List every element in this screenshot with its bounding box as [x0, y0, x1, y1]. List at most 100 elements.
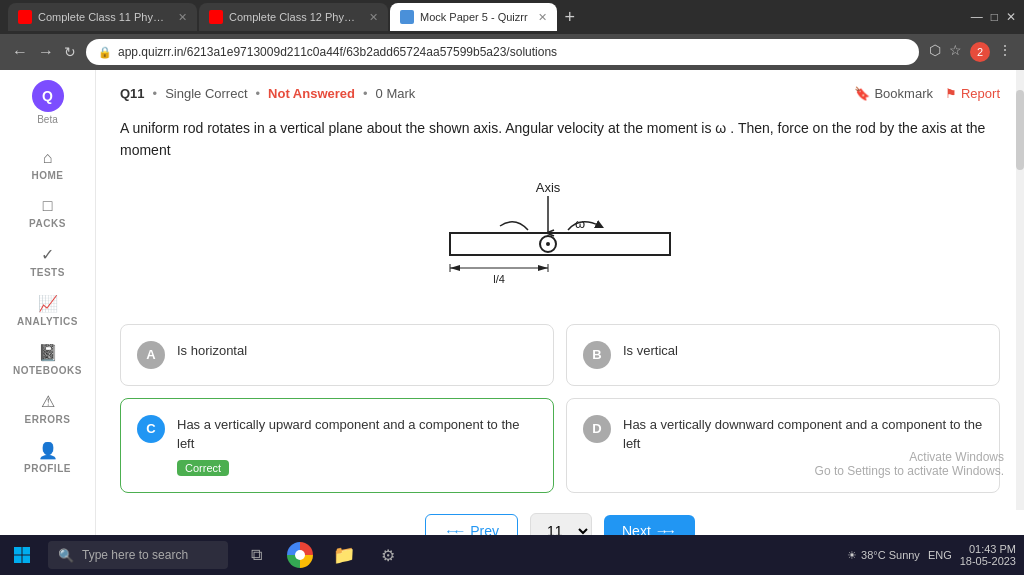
- svg-rect-12: [14, 547, 22, 555]
- question-header: Q11 • Single Correct • Not Answered • 0 …: [120, 86, 1000, 101]
- bookmark-star-icon[interactable]: ☆: [949, 42, 962, 62]
- sidebar-analytics-label: ANALYTICS: [17, 316, 78, 327]
- sidebar-item-home[interactable]: ⌂ HOME: [0, 141, 95, 189]
- option-c-letter: C: [137, 415, 165, 443]
- lock-icon: 🔒: [98, 46, 112, 59]
- chrome-icon: [287, 542, 313, 568]
- sidebar-item-profile[interactable]: 👤 PROFILE: [0, 433, 95, 482]
- taskbar-app-icons: ⧉ 📁 ⚙: [236, 535, 408, 575]
- new-tab-button[interactable]: +: [565, 7, 576, 28]
- profile-icon: 👤: [38, 441, 58, 460]
- main-layout: Q Beta ⌂ HOME □ PACKS ✓ TESTS 📈 ANALYTIC…: [0, 70, 1024, 575]
- question-mark: 0 Mark: [376, 86, 416, 101]
- weather-text: 38°C Sunny: [861, 549, 920, 561]
- address-bar-icons: ⬡ ☆ 2 ⋮: [929, 42, 1012, 62]
- bookmark-icon: 🔖: [854, 86, 870, 101]
- taskbar: 🔍 Type here to search ⧉ 📁 ⚙ ☀ 38°C Sunny…: [0, 535, 1024, 575]
- activate-windows-watermark: Activate Windows Go to Settings to activ…: [815, 450, 1004, 478]
- taskbar-time-value: 01:43 PM: [960, 543, 1016, 555]
- question-status: Not Answered: [268, 86, 355, 101]
- sidebar-item-tests[interactable]: ✓ TESTS: [0, 237, 95, 286]
- diagram-svg: Axis ω l/4: [400, 178, 720, 308]
- scrollbar-track[interactable]: [1016, 70, 1024, 510]
- svg-text:Axis: Axis: [536, 180, 561, 195]
- taskbar-clock: 01:43 PM 18-05-2023: [960, 543, 1016, 567]
- tests-icon: ✓: [41, 245, 54, 264]
- report-button[interactable]: ⚑ Report: [945, 86, 1000, 101]
- taskbar-settings[interactable]: ⚙: [368, 535, 408, 575]
- tab-3[interactable]: Mock Paper 5 - Quizrr ✕: [390, 3, 557, 31]
- taskbar-file-explorer[interactable]: 📁: [324, 535, 364, 575]
- taskbar-search-icon: 🔍: [58, 548, 74, 563]
- tab-3-favicon: [400, 10, 414, 24]
- minimize-button[interactable]: —: [971, 10, 983, 24]
- window-controls: — □ ✕: [971, 10, 1016, 24]
- option-d[interactable]: D Has a vertically downward component an…: [566, 398, 1000, 493]
- question-number: Q11: [120, 86, 145, 101]
- tab-2[interactable]: Complete Class 12 Physics One S ✕: [199, 3, 388, 31]
- svg-marker-10: [450, 265, 460, 271]
- tab-2-favicon: [209, 10, 223, 24]
- maximize-button[interactable]: □: [991, 10, 998, 24]
- sidebar-item-errors[interactable]: ⚠ ERRORS: [0, 384, 95, 433]
- task-view-icon: ⧉: [251, 546, 262, 564]
- option-d-text: Has a vertically downward component and …: [623, 415, 983, 454]
- option-c[interactable]: C Has a vertically upward component and …: [120, 398, 554, 493]
- option-b-letter: B: [583, 341, 611, 369]
- windows-logo-icon: [13, 546, 31, 564]
- taskbar-search-box[interactable]: 🔍 Type here to search: [48, 541, 228, 569]
- taskbar-task-view[interactable]: ⧉: [236, 535, 276, 575]
- taskbar-date-value: 18-05-2023: [960, 555, 1016, 567]
- menu-icon[interactable]: ⋮: [998, 42, 1012, 62]
- taskbar-chrome-app[interactable]: [280, 535, 320, 575]
- sidebar-item-packs[interactable]: □ PACKS: [0, 189, 95, 237]
- home-icon: ⌂: [43, 149, 53, 167]
- scrollbar-thumb[interactable]: [1016, 90, 1024, 170]
- weather-icon: ☀: [847, 549, 857, 562]
- address-bar: ← → ↻ 🔒 app.quizrr.in/6213a1e9713009d211…: [0, 34, 1024, 70]
- svg-rect-14: [14, 556, 22, 564]
- url-text: app.quizrr.in/6213a1e9713009d211c0a44f/6…: [118, 45, 557, 59]
- svg-text:l/4: l/4: [493, 273, 505, 285]
- profile-icon[interactable]: 2: [970, 42, 990, 62]
- sidebar-notebooks-label: NOTEBOOKS: [13, 365, 82, 376]
- question-body: A uniform rod rotates in a vertical plan…: [120, 117, 1000, 162]
- option-c-text: Has a vertically upward component and a …: [177, 415, 537, 454]
- diagram-container: Axis ω l/4: [120, 178, 1000, 308]
- reload-button[interactable]: ↻: [64, 44, 76, 60]
- correct-badge: Correct: [177, 460, 229, 476]
- sidebar-tests-label: TESTS: [30, 267, 65, 278]
- back-button[interactable]: ←: [12, 43, 28, 61]
- tab-1-close[interactable]: ✕: [178, 11, 187, 24]
- sidebar-profile-label: PROFILE: [24, 463, 71, 474]
- taskbar-lang: ENG: [928, 549, 952, 561]
- sidebar-home-label: HOME: [32, 170, 64, 181]
- analytics-icon: 📈: [38, 294, 58, 313]
- url-bar[interactable]: 🔒 app.quizrr.in/6213a1e9713009d211c0a44f…: [86, 39, 919, 65]
- svg-rect-13: [23, 547, 31, 555]
- tab-1-label: Complete Class 11 Physics One S: [38, 11, 168, 23]
- sidebar-packs-label: PACKS: [29, 218, 66, 229]
- tab-3-close[interactable]: ✕: [538, 11, 547, 24]
- start-button[interactable]: [0, 535, 44, 575]
- tab-1[interactable]: Complete Class 11 Physics One S ✕: [8, 3, 197, 31]
- option-b[interactable]: B Is vertical: [566, 324, 1000, 386]
- bookmark-button[interactable]: 🔖 Bookmark: [854, 86, 933, 101]
- file-explorer-icon: 📁: [333, 544, 355, 566]
- svg-point-4: [546, 242, 550, 246]
- sidebar-item-notebooks[interactable]: 📓 NOTEBOOKS: [0, 335, 95, 384]
- forward-button[interactable]: →: [38, 43, 54, 61]
- close-button[interactable]: ✕: [1006, 10, 1016, 24]
- option-d-letter: D: [583, 415, 611, 443]
- option-b-text: Is vertical: [623, 341, 678, 361]
- question-type: Single Correct: [165, 86, 247, 101]
- report-icon: ⚑: [945, 86, 957, 101]
- option-a[interactable]: A Is horizontal: [120, 324, 554, 386]
- sidebar: Q Beta ⌂ HOME □ PACKS ✓ TESTS 📈 ANALYTIC…: [0, 70, 96, 575]
- sidebar-item-analytics[interactable]: 📈 ANALYTICS: [0, 286, 95, 335]
- errors-icon: ⚠: [41, 392, 55, 411]
- tab-2-close[interactable]: ✕: [369, 11, 378, 24]
- question-meta: Q11 • Single Correct • Not Answered • 0 …: [120, 86, 415, 101]
- sidebar-errors-label: ERRORS: [25, 414, 71, 425]
- extensions-icon[interactable]: ⬡: [929, 42, 941, 62]
